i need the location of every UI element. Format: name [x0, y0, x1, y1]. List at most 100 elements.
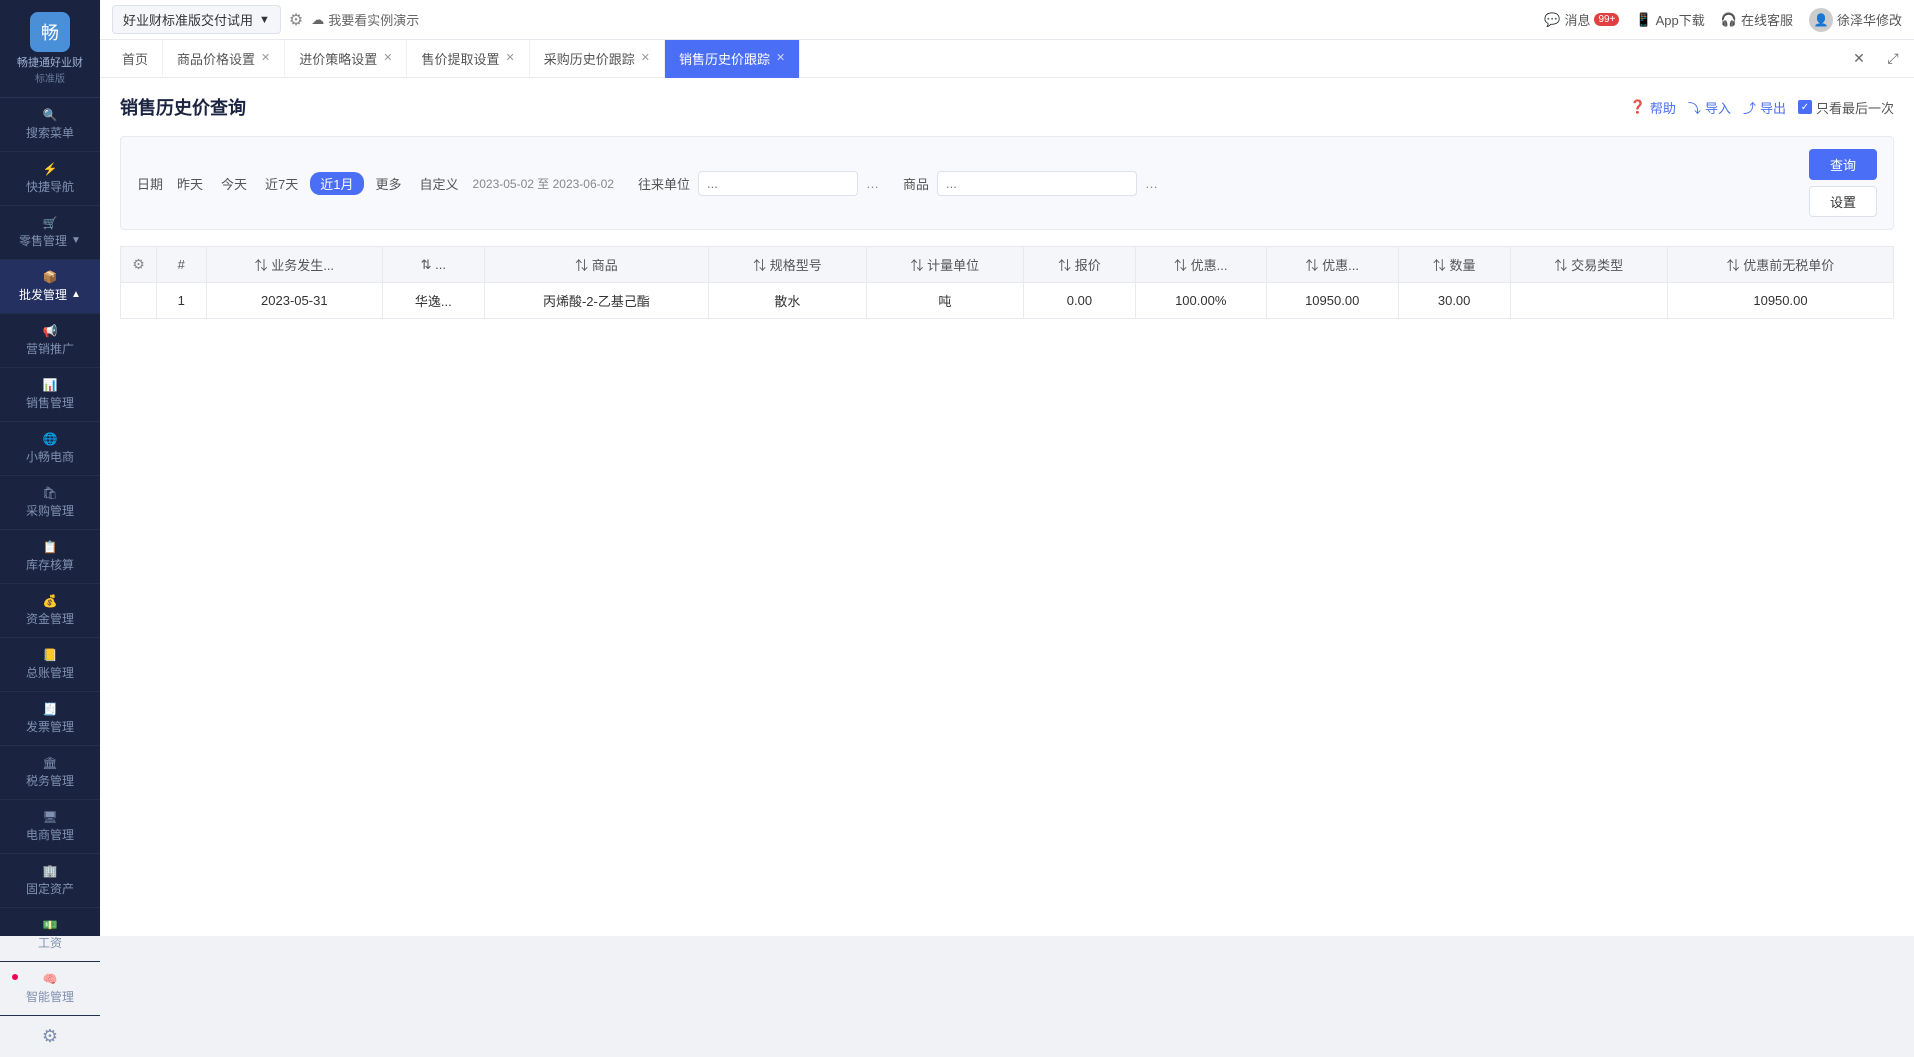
sidebar-item-ai[interactable]: 🧠 智能管理 [0, 962, 100, 1016]
tab-product-price[interactable]: 商品价格设置 ✕ [163, 40, 285, 78]
ecommerce-icon: 🖥 [42, 810, 57, 824]
ecommerce-small-icon: 🌐 [43, 432, 58, 446]
demo-link[interactable]: ☁ 我要看实例演示 [311, 10, 419, 29]
sidebar-item-inventory[interactable]: 📋 库存核算 [0, 530, 100, 584]
sidebar-item-ecommerce-small[interactable]: 🌐 小畅电商 [0, 422, 100, 476]
tab-label: 销售历史价跟踪 [679, 49, 770, 68]
product-input[interactable] [937, 171, 1137, 196]
sidebar-item-label: 智能管理 [26, 988, 74, 1005]
only-last-checkbox[interactable]: ✓ 只看最后一次 [1798, 98, 1894, 117]
col-label: 商品 [592, 258, 618, 273]
sidebar-item-wholesale[interactable]: 📦 批发管理 ▲ [0, 260, 100, 314]
sidebar-item-retail[interactable]: 🛒 零售管理 ▼ [0, 206, 100, 260]
table-body: 1 2023-05-31 华逸... 丙烯酸-2-乙基己酯 散水 吨 0.00 … [121, 283, 1894, 319]
tab-close-icon[interactable]: ✕ [261, 53, 270, 64]
table-header-quantity[interactable]: ⇅ 数量 [1398, 247, 1510, 283]
supplier-filter-group: 往来单位 … [638, 171, 879, 196]
sidebar-item-invoice[interactable]: 🧾 发票管理 [0, 692, 100, 746]
tab-label: 采购历史价跟踪 [544, 49, 635, 68]
date-opt-yesterday[interactable]: 昨天 [171, 172, 209, 195]
notification-dot [12, 974, 18, 980]
product-more-icon[interactable]: … [1145, 176, 1158, 191]
close-window-button[interactable]: ✕ [1846, 46, 1872, 72]
main-area: 好业财标准版交付试用 ▼ ⚙ ☁ 我要看实例演示 💬 消息 99+ 📱 App下… [100, 0, 1914, 936]
sidebar-item-label: 批发管理 ▲ [19, 286, 81, 303]
tab-home[interactable]: 首页 [108, 40, 163, 78]
sidebar-item-sales[interactable]: 📊 销售管理 [0, 368, 100, 422]
app-download-button[interactable]: 📱 App下载 [1635, 10, 1704, 29]
edition-selector[interactable]: 好业财标准版交付试用 ▼ [112, 5, 281, 34]
help-button[interactable]: ❓ 帮助 [1630, 98, 1676, 117]
salary-icon: 💵 [43, 918, 58, 932]
sidebar: 畅 畅捷通好业财 标准版 🔍 搜索菜单 ⚡ 快捷导航 🛒 零售管理 ▼ 📦 批发… [0, 0, 100, 936]
ai-icon: 🧠 [43, 972, 58, 986]
export-button[interactable]: ⤴ 导出 [1743, 98, 1786, 117]
wholesale-icon: 📦 [43, 270, 58, 284]
date-opt-7days[interactable]: 近7天 [259, 172, 304, 195]
app-name: 畅捷通好业财 [17, 56, 83, 70]
sidebar-item-finance[interactable]: 💰 资金管理 [0, 584, 100, 638]
date-opt-custom[interactable]: 自定义 [414, 172, 465, 195]
import-label: 导入 [1705, 98, 1731, 117]
table-header-gear: ⚙ [121, 247, 157, 283]
supplier-input[interactable] [698, 171, 858, 196]
product-filter-label: 商品 [903, 174, 929, 193]
user-menu[interactable]: 👤 徐泽华修改 [1809, 8, 1902, 32]
table-header-product[interactable]: ⇅ 商品 [484, 247, 709, 283]
sidebar-item-tax[interactable]: 🏛 税务管理 [0, 746, 100, 800]
sidebar-item-fixed-assets[interactable]: 🏢 固定资产 [0, 854, 100, 908]
checkbox-checked-icon: ✓ [1798, 100, 1812, 114]
import-button[interactable]: ⤵ 导入 [1688, 98, 1731, 117]
quick-nav-icon: ⚡ [43, 162, 58, 176]
sidebar-item-label: 搜索菜单 [26, 124, 74, 141]
tab-purchase-strategy[interactable]: 进价策略设置 ✕ [285, 40, 407, 78]
sidebar-item-quicknav[interactable]: ⚡ 快捷导航 [0, 152, 100, 206]
sidebar-item-ledger[interactable]: 📒 总账管理 [0, 638, 100, 692]
date-opt-more[interactable]: 更多 [370, 172, 408, 195]
col-label: 业务发生... [271, 258, 334, 273]
query-button[interactable]: 查询 [1809, 149, 1877, 180]
tab-sales-history[interactable]: 销售历史价跟踪 ✕ [665, 40, 800, 78]
sidebar-item-purchase[interactable]: 🛍 采购管理 [0, 476, 100, 530]
col-label: 优惠... [1191, 258, 1228, 273]
maximize-window-button[interactable]: ⤢ [1880, 46, 1906, 72]
table-header-discount1[interactable]: ⇅ 优惠... [1135, 247, 1266, 283]
table-header-trade-type[interactable]: ⇅ 交易类型 [1510, 247, 1667, 283]
sort-icon: ⇅ [1727, 258, 1740, 273]
table-header-price[interactable]: ⇅ 报价 [1024, 247, 1136, 283]
table-gear-icon[interactable]: ⚙ [132, 256, 145, 272]
table-header-discount2[interactable]: ⇅ 优惠... [1266, 247, 1398, 283]
messages-button[interactable]: 💬 消息 99+ [1544, 10, 1619, 29]
table-header-date[interactable]: ⇅ 业务发生... [206, 247, 382, 283]
date-opt-1month[interactable]: 近1月 [310, 172, 363, 195]
supplier-more-icon[interactable]: … [866, 176, 879, 191]
export-icon: ⤴ [1743, 98, 1756, 117]
sidebar-item-label: 营销推广 [26, 340, 74, 357]
sidebar-item-search[interactable]: 🔍 搜索菜单 [0, 98, 100, 152]
table-header-col3[interactable]: ⇅ ... [383, 247, 485, 283]
filter-actions: 查询 设置 [1809, 149, 1877, 217]
date-opt-today[interactable]: 今天 [215, 172, 253, 195]
tab-close-icon[interactable]: ✕ [506, 53, 515, 64]
table-header-spec[interactable]: ⇅ 规格型号 [709, 247, 866, 283]
sidebar-settings-button[interactable]: ⚙ [0, 1016, 100, 1057]
sort-icon: ⇅ [1305, 258, 1318, 273]
table-header-unit[interactable]: ⇅ 计量单位 [866, 247, 1023, 283]
sidebar-item-ecommerce[interactable]: 🖥 电商管理 [0, 800, 100, 854]
tab-purchase-history[interactable]: 采购历史价跟踪 ✕ [530, 40, 665, 78]
tab-sale-price-extract[interactable]: 售价提取设置 ✕ [407, 40, 529, 78]
sidebar-item-marketing[interactable]: 📢 营销推广 [0, 314, 100, 368]
online-service-button[interactable]: 🎧 在线客服 [1721, 10, 1793, 29]
tab-close-icon[interactable]: ✕ [641, 53, 650, 64]
retail-icon: 🛒 [43, 216, 58, 230]
tab-close-icon[interactable]: ✕ [776, 53, 785, 64]
table-header-pretax-price[interactable]: ⇅ 优惠前无税单价 [1667, 247, 1893, 283]
settings-icon[interactable]: ⚙ [289, 10, 303, 30]
tab-close-icon[interactable]: ✕ [383, 53, 392, 64]
table-header: ⚙ # ⇅ 业务发生... ⇅ ... ⇅ 商品 [121, 247, 1894, 283]
sidebar-item-label: 总账管理 [26, 664, 74, 681]
settings-button[interactable]: 设置 [1809, 186, 1877, 217]
sidebar-item-salary[interactable]: 💵 工资 [0, 908, 100, 962]
chevron-down-icon: ▼ [71, 235, 81, 246]
sort-icon: ⇅ [1554, 258, 1567, 273]
